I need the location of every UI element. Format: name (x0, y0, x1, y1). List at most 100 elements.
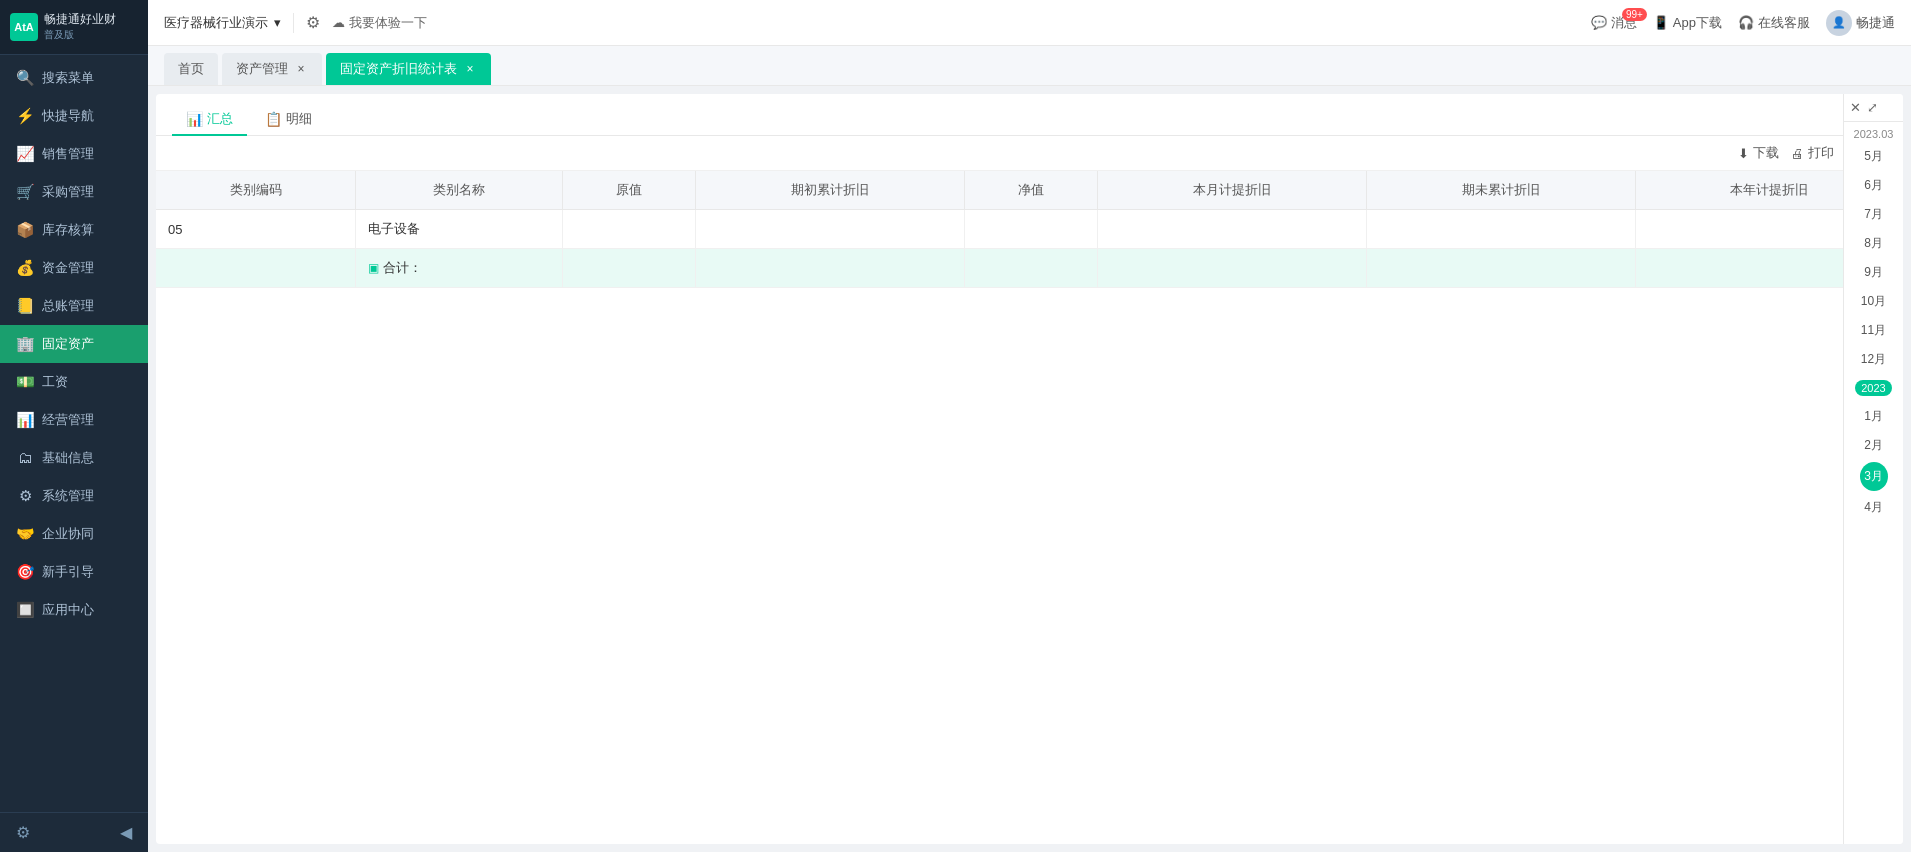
sidebar-icon-5: 💰 (16, 259, 34, 277)
date-month-9月[interactable]: 9月 (1844, 258, 1903, 287)
sidebar-item-资金管理[interactable]: 💰 资金管理 (0, 249, 148, 287)
sidebar-item-企业协同[interactable]: 🤝 企业协同 (0, 515, 148, 553)
sidebar-item-基础信息[interactable]: 🗂 基础信息 (0, 439, 148, 477)
sidebar-item-总账管理[interactable]: 📒 总账管理 (0, 287, 148, 325)
sub-tabs: 📊 汇总 📋 明细 (156, 94, 1903, 136)
cell-subtotal-col5 (1097, 249, 1366, 288)
experience-label: 我要体验一下 (349, 14, 427, 32)
sidebar-label-4: 库存核算 (42, 221, 94, 239)
download-icon: 📱 (1653, 15, 1669, 30)
col-净值: 净值 (964, 171, 1097, 210)
cell-subtotal-col0 (156, 249, 356, 288)
sidebar-item-库存核算[interactable]: 📦 库存核算 (0, 211, 148, 249)
sidebar-logo: AtA 畅捷通好业财 普及版 (0, 0, 148, 55)
date-month-8月[interactable]: 8月 (1844, 229, 1903, 258)
col-类别名称: 类别名称 (356, 171, 562, 210)
sidebar-item-工资[interactable]: 💵 工资 (0, 363, 148, 401)
tab-2[interactable]: 固定资产折旧统计表 × (326, 53, 491, 85)
sidebar-item-固定资产[interactable]: 🏢 固定资产 (0, 325, 148, 363)
sub-tab-label-0: 汇总 (207, 110, 233, 128)
col-期未累计折旧: 期未累计折旧 (1366, 171, 1635, 210)
date-month-11月[interactable]: 11月 (1844, 316, 1903, 345)
sidebar-icon-8: 💵 (16, 373, 34, 391)
topbar: 医疗器械行业演示 ▾ ⚙ ☁ 我要体验一下 💬 消息 99+ 📱 App下载 🎧… (148, 0, 1911, 46)
sidebar-label-3: 采购管理 (42, 183, 94, 201)
cell-row0-col6 (1366, 210, 1635, 249)
date-month-7月[interactable]: 7月 (1844, 200, 1903, 229)
download-label: 下载 (1753, 144, 1779, 162)
print-button[interactable]: 🖨 打印 (1791, 144, 1834, 162)
sidebar-label-8: 工资 (42, 373, 68, 391)
message-button[interactable]: 💬 消息 99+ (1591, 14, 1637, 32)
date-panel-title: 2023.03 (1844, 122, 1903, 142)
sidebar-footer: ⚙ ◀ (0, 812, 148, 852)
settings-button[interactable]: ⚙ (306, 13, 320, 32)
date-month-6月[interactable]: 6月 (1844, 171, 1903, 200)
sidebar-item-经营管理[interactable]: 📊 经营管理 (0, 401, 148, 439)
settings-icon[interactable]: ⚙ (16, 823, 30, 842)
tab-close-2[interactable]: × (463, 62, 477, 76)
date-month-12月[interactable]: 12月 (1844, 345, 1903, 374)
sidebar-item-采购管理[interactable]: 🛒 采购管理 (0, 173, 148, 211)
date-month-2023-3月[interactable]: 3月 (1860, 462, 1888, 491)
tab-close-1[interactable]: × (294, 62, 308, 76)
subtotal-row: ▣合计：791.67 (156, 249, 1903, 288)
content-area: 📊 汇总 📋 明细 ⬇ 下载 🖨 打印 ↻ 刷新 类别编码类别名称原值期 (156, 94, 1903, 844)
tab-label-2: 固定资产折旧统计表 (340, 60, 457, 78)
sidebar-item-新手引导[interactable]: 🎯 新手引导 (0, 553, 148, 591)
download-button[interactable]: ⬇ 下载 (1738, 144, 1779, 162)
app-download-button[interactable]: 📱 App下载 (1653, 14, 1722, 32)
cell-subtotal-col2 (562, 249, 695, 288)
date-month-2023-4月[interactable]: 4月 (1844, 493, 1903, 522)
user-menu[interactable]: 👤 畅捷通 (1826, 10, 1895, 36)
sidebar-item-系统管理[interactable]: ⚙ 系统管理 (0, 477, 148, 515)
app-download-label: App下载 (1673, 14, 1722, 32)
sub-tab-汇总[interactable]: 📊 汇总 (172, 104, 247, 136)
date-month-5月[interactable]: 5月 (1844, 142, 1903, 171)
sidebar-icon-3: 🛒 (16, 183, 34, 201)
depreciation-table: 类别编码类别名称原值期初累计折旧净值本月计提折旧期未累计折旧本年计提折旧 05电… (156, 171, 1903, 288)
online-service-label: 在线客服 (1758, 14, 1810, 32)
toolbar: ⬇ 下载 🖨 打印 ↻ 刷新 (156, 136, 1903, 171)
print-icon: 🖨 (1791, 146, 1804, 161)
sidebar-item-快捷导航[interactable]: ⚡ 快捷导航 (0, 97, 148, 135)
sub-tab-label-1: 明细 (286, 110, 312, 128)
sidebar-nav: 🔍 搜索菜单 ⚡ 快捷导航 📈 销售管理 🛒 采购管理 📦 库存核算 💰 资金管… (0, 55, 148, 812)
cell-row0-col4 (964, 210, 1097, 249)
sub-tab-明细[interactable]: 📋 明细 (251, 104, 326, 136)
date-month-2023-2月[interactable]: 2月 (1844, 431, 1903, 460)
col-原值: 原值 (562, 171, 695, 210)
sidebar-item-销售管理[interactable]: 📈 销售管理 (0, 135, 148, 173)
logo-text-block: 畅捷通好业财 普及版 (44, 12, 116, 42)
experience-button[interactable]: ☁ 我要体验一下 (332, 14, 427, 32)
cell-row0-col2 (562, 210, 695, 249)
sidebar-label-13: 新手引导 (42, 563, 94, 581)
table-header-row: 类别编码类别名称原值期初累计折旧净值本月计提折旧期未累计折旧本年计提折旧 (156, 171, 1903, 210)
tab-0[interactable]: 首页 (164, 53, 218, 85)
sidebar-label-14: 应用中心 (42, 601, 94, 619)
sidebar-item-搜索菜单[interactable]: 🔍 搜索菜单 (0, 59, 148, 97)
subtotal-icon: ▣ (368, 261, 379, 275)
sidebar-item-应用中心[interactable]: 🔲 应用中心 (0, 591, 148, 629)
sidebar-icon-10: 🗂 (16, 449, 34, 467)
date-month-2023-1月[interactable]: 1月 (1844, 402, 1903, 431)
sub-tab-icon-1: 📋 (265, 111, 282, 127)
sidebar-icon-9: 📊 (16, 411, 34, 429)
cell-row0-col1: 电子设备 (356, 210, 562, 249)
service-icon: 🎧 (1738, 15, 1754, 30)
online-service-button[interactable]: 🎧 在线客服 (1738, 14, 1810, 32)
sub-tab-icon-0: 📊 (186, 111, 203, 127)
date-panel-icons: ✕ ⤢ (1850, 100, 1878, 115)
sidebar-icon-13: 🎯 (16, 563, 34, 581)
col-本月计提折旧: 本月计提折旧 (1097, 171, 1366, 210)
col-类别编码: 类别编码 (156, 171, 356, 210)
close-panel-icon[interactable]: ✕ (1850, 100, 1861, 115)
collapse-icon[interactable]: ◀ (120, 823, 132, 842)
expand-panel-icon[interactable]: ⤢ (1867, 100, 1878, 115)
tab-1[interactable]: 资产管理× (222, 53, 322, 85)
sidebar: AtA 畅捷通好业财 普及版 🔍 搜索菜单 ⚡ 快捷导航 📈 销售管理 🛒 采购… (0, 0, 148, 852)
sidebar-icon-4: 📦 (16, 221, 34, 239)
topbar-right: 💬 消息 99+ 📱 App下载 🎧 在线客服 👤 畅捷通 (1591, 10, 1895, 36)
company-selector[interactable]: 医疗器械行业演示 ▾ (164, 14, 281, 32)
date-month-10月[interactable]: 10月 (1844, 287, 1903, 316)
